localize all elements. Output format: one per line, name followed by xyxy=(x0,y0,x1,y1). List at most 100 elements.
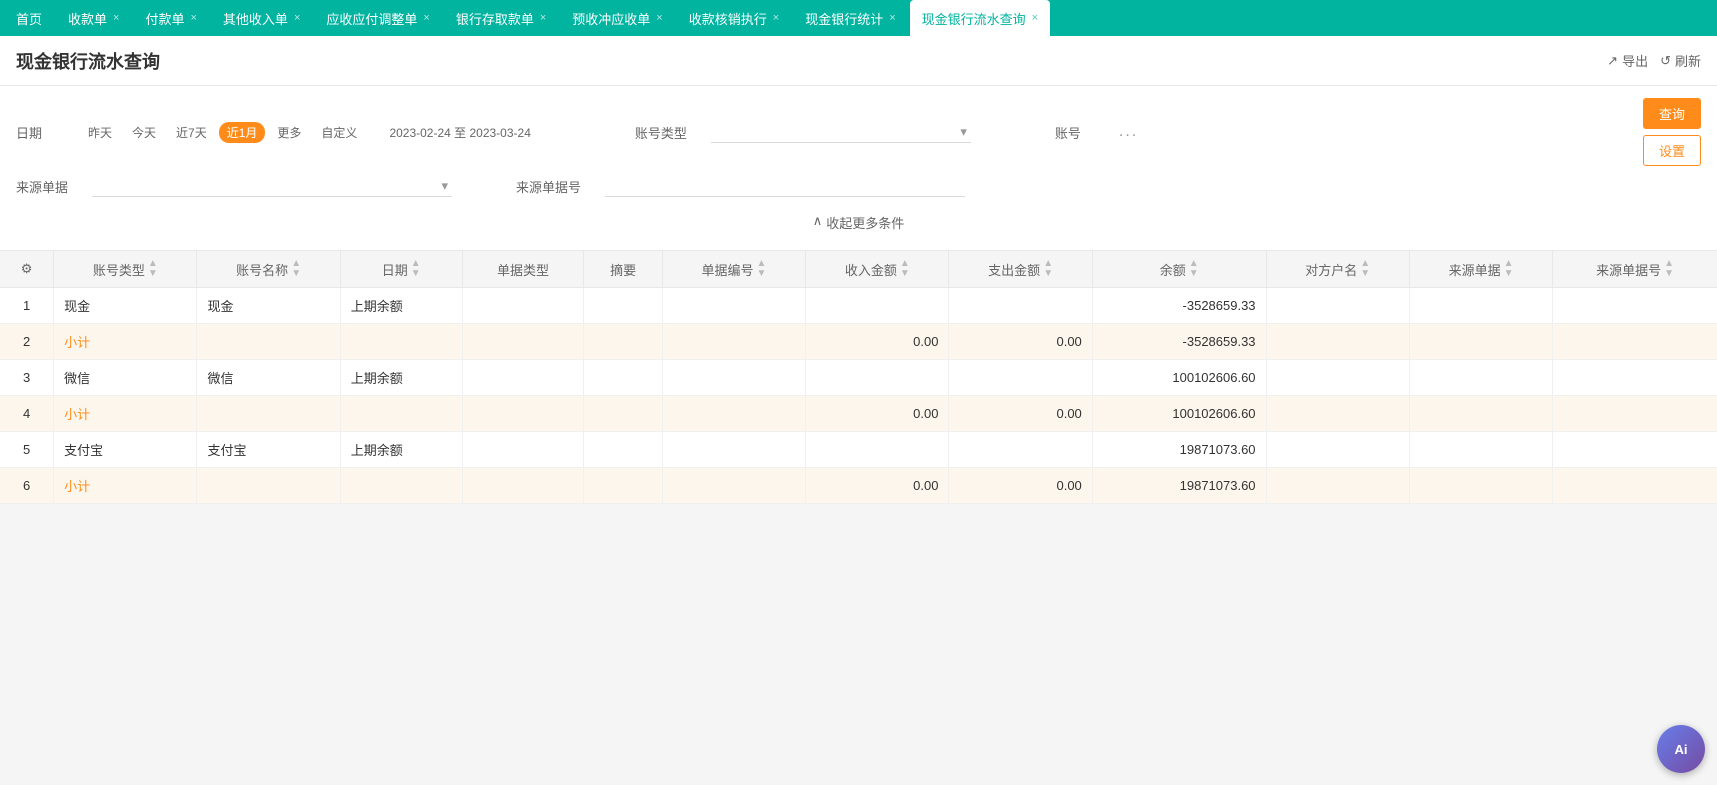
row-seq: 1 xyxy=(0,288,54,324)
row-doc-no xyxy=(662,324,805,360)
account-type-select[interactable]: ▾ xyxy=(711,122,971,143)
row-date xyxy=(340,396,462,432)
account-label: 账号 xyxy=(1055,123,1095,142)
nav-item-付款单[interactable]: 付款单× xyxy=(133,0,208,36)
th-income[interactable]: 收入金额▲▼ xyxy=(806,251,949,288)
close-icon[interactable]: × xyxy=(656,12,662,24)
close-icon[interactable]: × xyxy=(423,12,429,24)
nav-item-收款单[interactable]: 收款单× xyxy=(56,0,131,36)
close-icon[interactable]: × xyxy=(773,12,779,24)
row-source-doc xyxy=(1409,360,1552,396)
refresh-button[interactable]: ↺ 刷新 xyxy=(1660,51,1701,70)
row-income: 0.00 xyxy=(806,396,949,432)
settings-button[interactable]: 设置 xyxy=(1643,135,1701,166)
row-balance: 19871073.60 xyxy=(1092,468,1266,504)
row-doc-type xyxy=(462,288,584,324)
table-header: ⚙账号类型▲▼账号名称▲▼日期▲▼单据类型摘要单据编号▲▼收入金额▲▼支出金额▲… xyxy=(0,251,1717,288)
export-button[interactable]: ↗ 导出 xyxy=(1607,51,1648,70)
row-counterparty xyxy=(1266,360,1409,396)
row-income: 0.00 xyxy=(806,468,949,504)
table-row: 5支付宝支付宝上期余额19871073.60 xyxy=(0,432,1717,468)
table-row: 3微信微信上期余额100102606.60 xyxy=(0,360,1717,396)
row-source-doc xyxy=(1409,432,1552,468)
account-dots-button[interactable]: ... xyxy=(1119,123,1138,141)
th-expense[interactable]: 支出金额▲▼ xyxy=(949,251,1092,288)
nav-item-银行存取款单[interactable]: 银行存取款单× xyxy=(444,0,558,36)
th-source_doc_no[interactable]: 来源单据号▲▼ xyxy=(1553,251,1717,288)
row-seq: 6 xyxy=(0,468,54,504)
sort-icon-income: ▲▼ xyxy=(900,259,910,279)
source-doc-no-label: 来源单据号 xyxy=(516,177,581,196)
chevron-up-icon: ∧ xyxy=(813,213,823,232)
th-account_type[interactable]: 账号类型▲▼ xyxy=(54,251,197,288)
row-seq: 4 xyxy=(0,396,54,432)
close-icon[interactable]: × xyxy=(190,12,196,24)
row-balance: 100102606.60 xyxy=(1092,360,1266,396)
nav-item-其他收入单[interactable]: 其他收入单× xyxy=(211,0,312,36)
row-account-type: 小计 xyxy=(54,468,197,504)
row-date xyxy=(340,324,462,360)
row-doc-type xyxy=(462,396,584,432)
nav-item-预收冲应收单[interactable]: 预收冲应收单× xyxy=(560,0,674,36)
row-balance: 100102606.60 xyxy=(1092,396,1266,432)
th-summary: 摘要 xyxy=(584,251,662,288)
row-seq: 5 xyxy=(0,432,54,468)
th-balance[interactable]: 余额▲▼ xyxy=(1092,251,1266,288)
source-doc-no-input[interactable] xyxy=(605,177,965,197)
row-doc-no xyxy=(662,396,805,432)
close-icon[interactable]: × xyxy=(1032,12,1038,24)
th-date[interactable]: 日期▲▼ xyxy=(340,251,462,288)
nav-item-收款核销执行[interactable]: 收款核销执行× xyxy=(677,0,791,36)
row-source-doc xyxy=(1409,324,1552,360)
close-icon[interactable]: × xyxy=(113,12,119,24)
row-account-name: 支付宝 xyxy=(197,432,340,468)
close-icon[interactable]: × xyxy=(889,12,895,24)
ai-assistant-button[interactable]: Ai xyxy=(1657,725,1705,773)
th-counterparty[interactable]: 对方户名▲▼ xyxy=(1266,251,1409,288)
row-source-doc-no xyxy=(1553,360,1717,396)
collapse-button[interactable]: ∧ 收起更多条件 xyxy=(16,207,1701,238)
chevron-down-icon: ▾ xyxy=(960,124,967,140)
row-income xyxy=(806,432,949,468)
close-icon[interactable]: × xyxy=(294,12,300,24)
date-option-近7天[interactable]: 近7天 xyxy=(168,122,215,143)
th-source_doc[interactable]: 来源单据▲▼ xyxy=(1409,251,1552,288)
nav-item-现金银行流水查询[interactable]: 现金银行流水查询× xyxy=(910,0,1050,36)
close-icon[interactable]: × xyxy=(540,12,546,24)
nav-item-首页[interactable]: 首页 xyxy=(4,0,54,36)
data-table: ⚙账号类型▲▼账号名称▲▼日期▲▼单据类型摘要单据编号▲▼收入金额▲▼支出金额▲… xyxy=(0,251,1717,504)
nav-item-现金银行统计[interactable]: 现金银行统计× xyxy=(793,0,907,36)
row-source-doc-no xyxy=(1553,468,1717,504)
row-balance: -3528659.33 xyxy=(1092,288,1266,324)
ai-label: Ai xyxy=(1675,742,1688,757)
row-summary xyxy=(584,324,662,360)
filter-area: 日期 昨天今天近7天近1月更多自定义 2023-02-24 至 2023-03-… xyxy=(0,86,1717,251)
sort-icon-balance: ▲▼ xyxy=(1189,259,1199,279)
filter-row-1: 日期 昨天今天近7天近1月更多自定义 2023-02-24 至 2023-03-… xyxy=(16,98,1701,166)
top-navigation: 首页收款单×付款单×其他收入单×应收应付调整单×银行存取款单×预收冲应收单×收款… xyxy=(0,0,1717,36)
collapse-label: 收起更多条件 xyxy=(826,213,904,232)
row-account-name xyxy=(197,324,340,360)
table-row: 1现金现金上期余额-3528659.33 xyxy=(0,288,1717,324)
date-option-今天[interactable]: 今天 xyxy=(124,122,164,143)
sort-icon-counterparty: ▲▼ xyxy=(1360,259,1370,279)
nav-item-应收应付调整单[interactable]: 应收应付调整单× xyxy=(314,0,441,36)
sort-icon-source_doc_no: ▲▼ xyxy=(1664,259,1674,279)
row-balance: -3528659.33 xyxy=(1092,324,1266,360)
row-seq: 3 xyxy=(0,360,54,396)
row-counterparty xyxy=(1266,288,1409,324)
date-option-昨天[interactable]: 昨天 xyxy=(80,122,120,143)
account-type-label: 账号类型 xyxy=(635,123,687,142)
query-button[interactable]: 查询 xyxy=(1643,98,1701,129)
row-income xyxy=(806,288,949,324)
chevron-down-icon-2: ▾ xyxy=(441,178,448,194)
th-doc_no[interactable]: 单据编号▲▼ xyxy=(662,251,805,288)
source-doc-select[interactable]: ▾ xyxy=(92,176,452,197)
date-option-更多[interactable]: 更多 xyxy=(269,122,309,143)
table-row: 2小计0.000.00-3528659.33 xyxy=(0,324,1717,360)
date-option-自定义[interactable]: 自定义 xyxy=(313,122,365,143)
th-account_name[interactable]: 账号名称▲▼ xyxy=(197,251,340,288)
row-source-doc xyxy=(1409,396,1552,432)
row-income: 0.00 xyxy=(806,324,949,360)
date-option-近1月[interactable]: 近1月 xyxy=(219,122,266,143)
